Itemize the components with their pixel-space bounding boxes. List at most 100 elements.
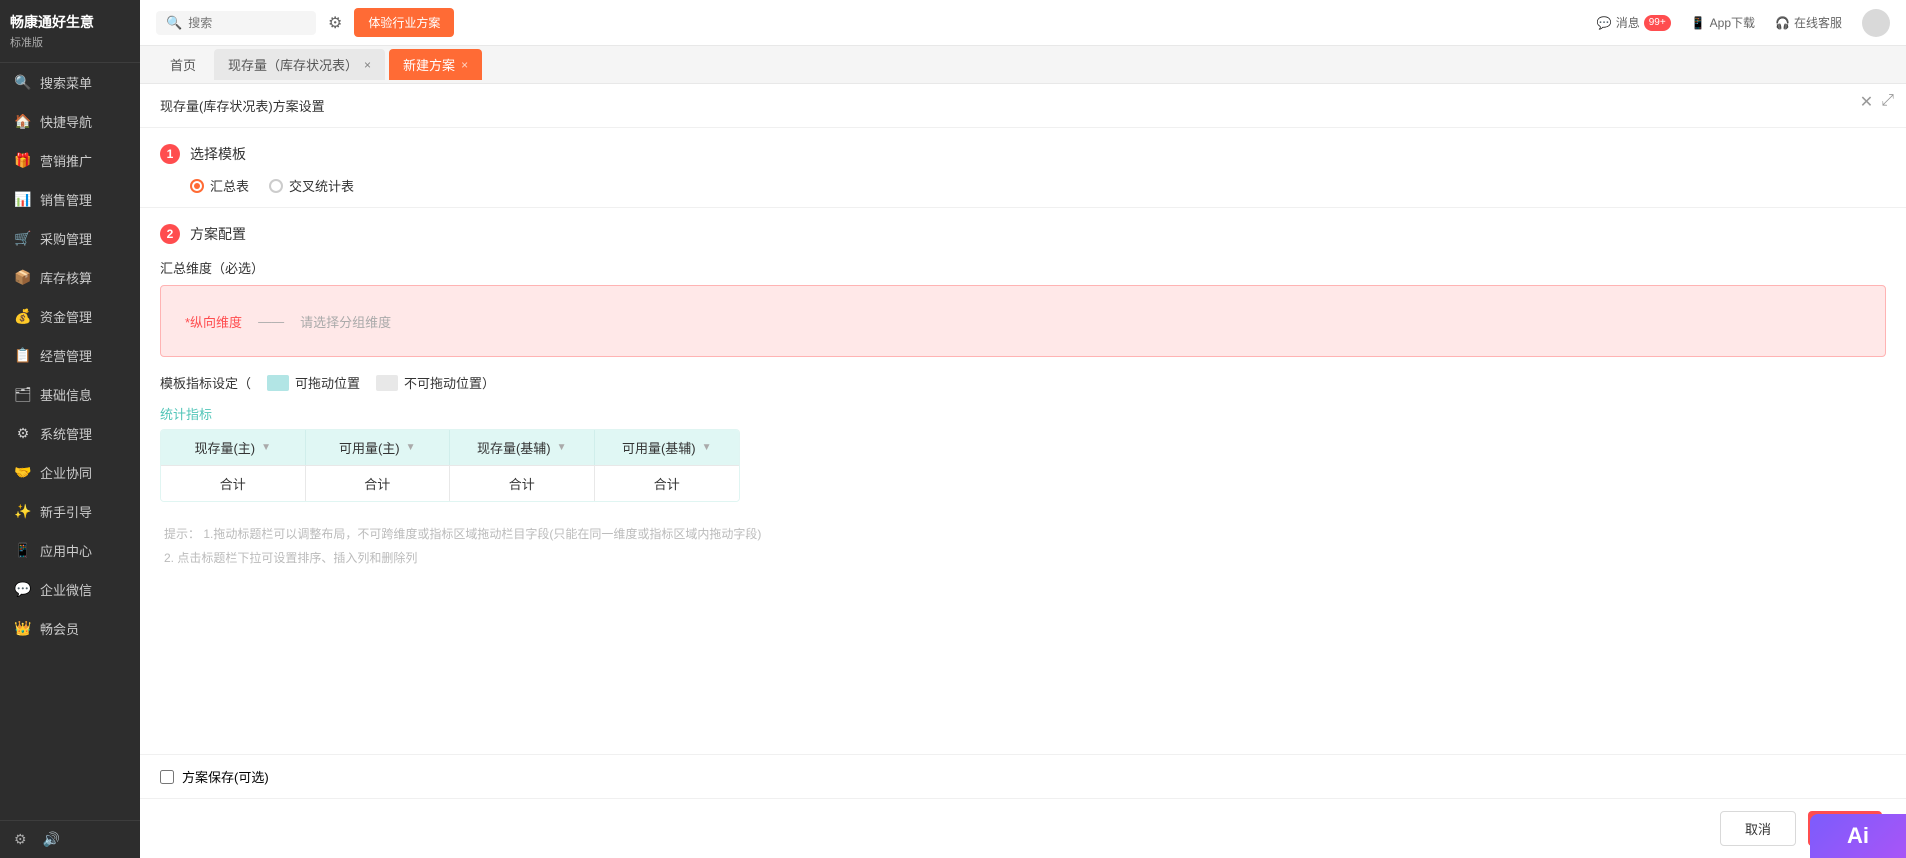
online-service-label: 在线客服: [1794, 14, 1842, 31]
tab-new-scheme-label: 新建方案: [403, 55, 455, 74]
radio-summary-label: 汇总表: [210, 176, 249, 195]
app-center-icon: 📱: [14, 542, 32, 560]
sidebar-item-purchase[interactable]: 🛒 采购管理: [0, 219, 140, 258]
chevron-down-icon: ▼: [261, 442, 271, 453]
sidebar-logo: 畅康通好生意 标准版: [0, 0, 140, 63]
message-badge: 99+: [1644, 15, 1671, 31]
enterprise-wechat-label: 企业微信: [40, 580, 92, 599]
step1-badge: 1: [160, 144, 180, 164]
user-avatar[interactable]: [1862, 9, 1890, 37]
dim-field-label: *纵向维度: [185, 312, 242, 331]
stats-column-header[interactable]: 现存量(主)▼: [161, 430, 306, 465]
save-scheme-label: 方案保存(可选): [182, 767, 269, 786]
chevron-down-icon: ▼: [702, 442, 712, 453]
chevron-down-icon: ▼: [406, 442, 416, 453]
radio-cross[interactable]: 交叉统计表: [269, 176, 354, 195]
sidebar-item-sales[interactable]: 📊 销售管理: [0, 180, 140, 219]
basic-info-icon: 🗂: [14, 386, 32, 404]
finance-label: 资金管理: [40, 307, 92, 326]
messages-item[interactable]: 💬 消息 99+: [1597, 14, 1671, 31]
tips-section: 提示： 1.拖动标题栏可以调整布局，不可跨维度或指标区域拖动栏目字段(只能在同一…: [160, 514, 1886, 578]
save-scheme-checkbox[interactable]: [160, 770, 174, 784]
sidebar-item-inventory[interactable]: 📦 库存核算: [0, 258, 140, 297]
basic-info-label: 基础信息: [40, 385, 92, 404]
radio-summary[interactable]: 汇总表: [190, 176, 249, 195]
radio-summary-dot: [190, 179, 204, 193]
industry-solution-button[interactable]: 体验行业方案: [354, 8, 454, 37]
message-label: 消息: [1616, 14, 1640, 31]
app-download-label: App下载: [1710, 14, 1755, 31]
purchase-label: 采购管理: [40, 229, 92, 248]
close-icon[interactable]: ✕: [1860, 92, 1873, 112]
sales-label: 销售管理: [40, 190, 92, 209]
app-center-label: 应用中心: [40, 541, 92, 560]
tab-inventory-status[interactable]: 现存量（库存状况表） ×: [214, 49, 385, 80]
search-menu-label: 搜索菜单: [40, 73, 92, 92]
tip-text: 2. 点击标题栏下拉可设置排序、插入列和删除列: [164, 546, 1886, 570]
dimension-selection-box[interactable]: *纵向维度 —— 请选择分组维度: [160, 285, 1886, 357]
system-label: 系统管理: [40, 424, 92, 443]
inventory-icon: 📦: [14, 269, 32, 287]
vip-label: 畅会员: [40, 619, 79, 638]
step1-header: 1 选择模板: [160, 144, 1886, 164]
sidebar-item-vip[interactable]: 👑 畅会员: [0, 609, 140, 648]
topbar-gear-icon[interactable]: ⚙: [328, 13, 342, 33]
step1-title: 选择模板: [190, 144, 246, 164]
page-header: 现存量(库存状况表)方案设置: [140, 84, 1906, 128]
cancel-button[interactable]: 取消: [1720, 811, 1796, 846]
stats-column-header[interactable]: 现存量(基辅)▼: [450, 430, 595, 465]
settings-icon[interactable]: ⚙: [14, 831, 27, 848]
topbar-search-icon: 🔍: [166, 15, 182, 31]
stats-column-header[interactable]: 可用量(基辅)▼: [595, 430, 740, 465]
sidebar-item-quick-nav[interactable]: 🏠 快捷导航: [0, 102, 140, 141]
app-title: 畅康通好生意: [10, 12, 130, 32]
sidebar-item-finance[interactable]: 💰 资金管理: [0, 297, 140, 336]
search-menu-icon: 🔍: [14, 74, 32, 92]
sidebar-item-system[interactable]: ⚙ 系统管理: [0, 414, 140, 453]
topbar: 🔍 ⚙ 体验行业方案 💬 消息 99+ 📱 App下载 🎧 在线客服: [140, 0, 1906, 46]
step2-title: 方案配置: [190, 224, 246, 244]
content-area: ✕ ⤢ 现存量(库存状况表)方案设置 1 选择模板 汇总表 交叉统计表: [140, 84, 1906, 798]
tab-new-scheme[interactable]: 新建方案 ×: [389, 49, 482, 80]
save-checkbox-section: 方案保存(可选): [140, 754, 1906, 798]
online-service-item[interactable]: 🎧 在线客服: [1775, 14, 1842, 31]
sidebar-item-search-menu[interactable]: 🔍 搜索菜单: [0, 63, 140, 102]
sidebar-item-marketing[interactable]: 🎁 营销推广: [0, 141, 140, 180]
operations-icon: 📋: [14, 347, 32, 365]
app-download-item[interactable]: 📱 App下载: [1691, 14, 1755, 31]
enterprise-wechat-icon: 💬: [14, 581, 32, 599]
system-icon: ⚙: [14, 425, 32, 443]
page-title: 现存量(库存状况表)方案设置: [160, 96, 325, 115]
marketing-icon: 🎁: [14, 152, 32, 170]
sidebar-item-app-center[interactable]: 📱 应用中心: [0, 531, 140, 570]
footer-buttons: 取消 查询: [140, 798, 1906, 858]
tab-home[interactable]: 首页: [156, 49, 210, 80]
topbar-search-input[interactable]: [188, 16, 288, 30]
sidebar-item-operations[interactable]: 📋 经营管理: [0, 336, 140, 375]
stats-section: 统计指标 现存量(主)▼可用量(主)▼现存量(基辅)▼可用量(基辅)▼ 合计合计…: [160, 404, 1886, 502]
dim-dash: ——: [258, 314, 284, 329]
sidebar-item-basic-info[interactable]: 🗂 基础信息: [0, 375, 140, 414]
ai-badge[interactable]: Ai: [1810, 814, 1906, 858]
stats-column-cell: 合计: [161, 465, 306, 501]
expand-icon[interactable]: ⤢: [1881, 92, 1894, 112]
sidebar-item-enterprise[interactable]: 🤝 企业协同: [0, 453, 140, 492]
vip-icon: 👑: [14, 620, 32, 638]
main-area: 🔍 ⚙ 体验行业方案 💬 消息 99+ 📱 App下载 🎧 在线客服 首页: [140, 0, 1906, 858]
stats-column-cell: 合计: [595, 465, 740, 501]
tab-inventory-close-icon[interactable]: ×: [364, 59, 371, 71]
sidebar-item-new-guide[interactable]: ✨ 新手引导: [0, 492, 140, 531]
chevron-down-icon: ▼: [557, 442, 567, 453]
sidebar-item-enterprise-wechat[interactable]: 💬 企业微信: [0, 570, 140, 609]
dim-section-label: 汇总维度（必选）: [160, 258, 1886, 277]
stats-table: 现存量(主)▼可用量(主)▼现存量(基辅)▼可用量(基辅)▼ 合计合计合计合计: [160, 429, 740, 502]
new-guide-icon: ✨: [14, 503, 32, 521]
stats-column-header[interactable]: 可用量(主)▼: [306, 430, 451, 465]
stats-column-cell: 合计: [450, 465, 595, 501]
sound-icon[interactable]: 🔊: [43, 831, 60, 848]
stats-section-label: 统计指标: [160, 404, 1886, 423]
sidebar: 畅康通好生意 标准版 🔍 搜索菜单 🏠 快捷导航 🎁 营销推广 📊 销售管理 🛒…: [0, 0, 140, 858]
sidebar-nav: 🔍 搜索菜单 🏠 快捷导航 🎁 营销推广 📊 销售管理 🛒 采购管理 📦 库存核…: [0, 63, 140, 820]
tab-new-scheme-close-icon[interactable]: ×: [461, 59, 468, 71]
inventory-label: 库存核算: [40, 268, 92, 287]
